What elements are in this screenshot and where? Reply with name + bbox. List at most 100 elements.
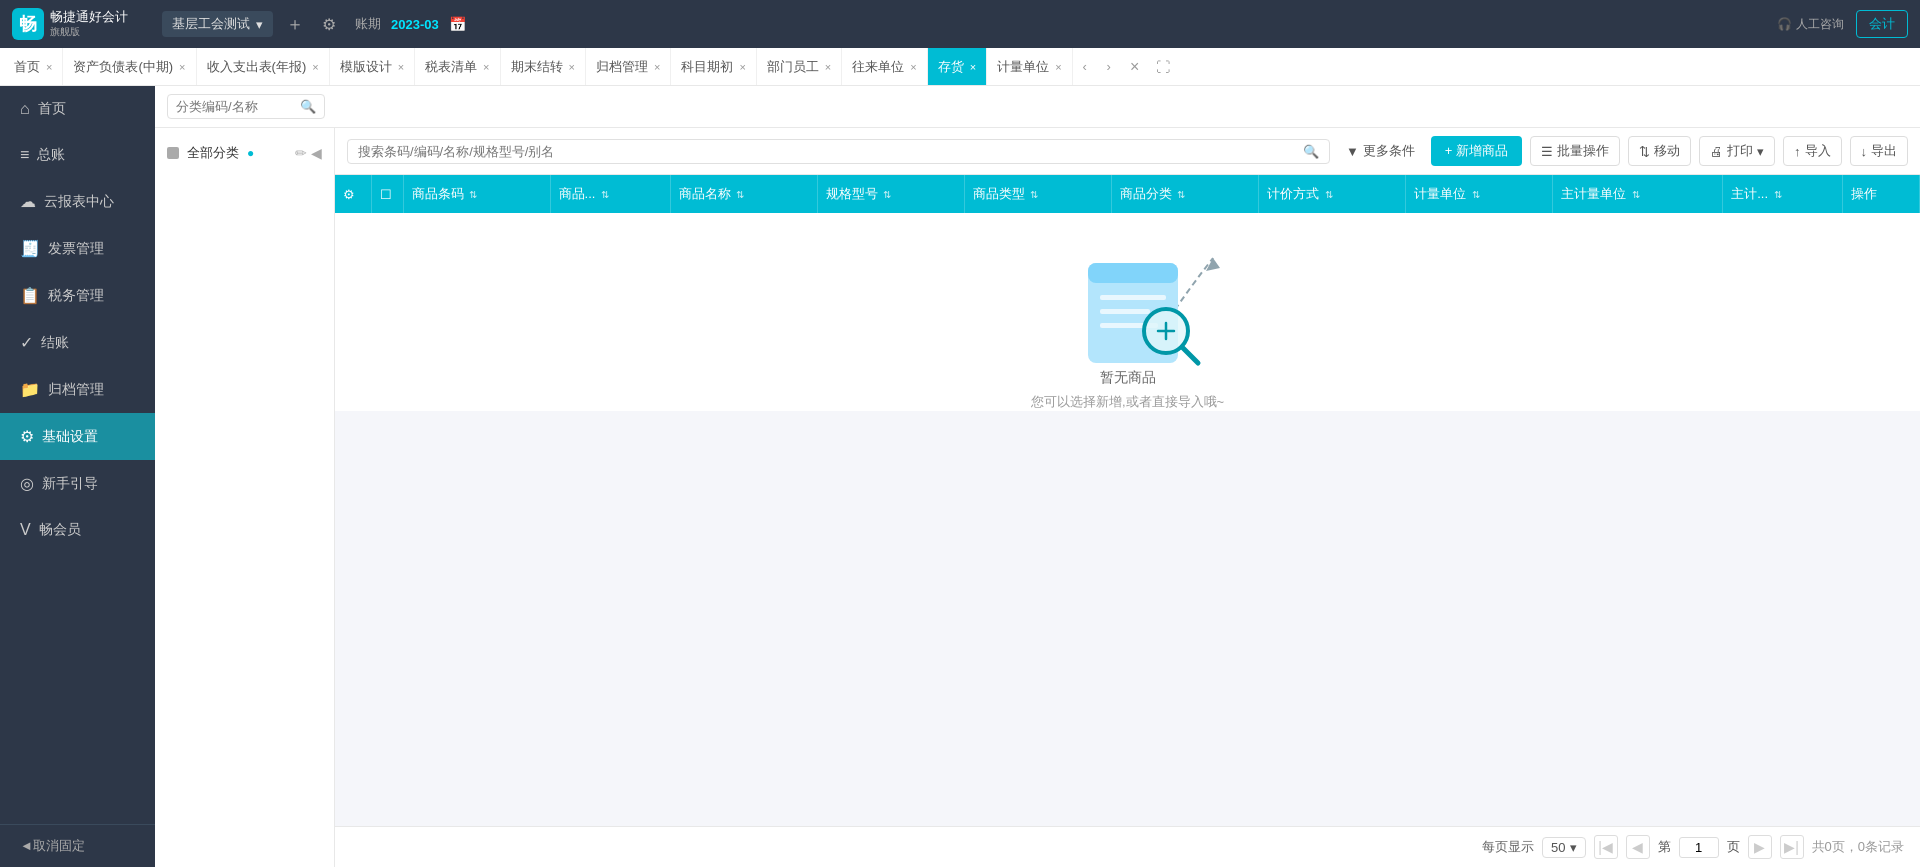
vip-icon: V [20, 521, 31, 539]
move-button[interactable]: ⇅ 移动 [1628, 136, 1691, 166]
page-size-select[interactable]: 50 ▾ [1542, 837, 1585, 858]
batch-button[interactable]: ☰ 批量操作 [1530, 136, 1620, 166]
table-header-row: ⚙ ☐ 商品条码 ⇅ 商品... ⇅ [335, 175, 1920, 213]
sidebar-bottom: ◄取消固定 [0, 824, 155, 867]
page-last-button[interactable]: ▶| [1780, 835, 1804, 859]
export-button[interactable]: ↓ 导出 [1850, 136, 1909, 166]
tab-nav-left[interactable]: ‹ [1073, 55, 1097, 79]
toolbar-row-1: 🔍 [155, 86, 1920, 128]
add-company-button[interactable]: ＋ [283, 12, 307, 36]
period-label: 账期 [355, 15, 381, 33]
tab-close-icon[interactable]: × [825, 61, 831, 73]
th-action: 操作 [1843, 175, 1920, 213]
tab-label: 存货 [938, 58, 964, 76]
tab-contacts[interactable]: 往来单位 × [842, 48, 927, 86]
tab-income[interactable]: 收入支出表(年报) × [197, 48, 330, 86]
tab-label: 首页 [14, 58, 40, 76]
page-size-value: 50 [1551, 840, 1565, 855]
tab-period-end[interactable]: 期末结转 × [501, 48, 586, 86]
tab-expand[interactable]: ⛶ [1149, 53, 1177, 81]
sidebar-item-closing[interactable]: ✓ 结账 [0, 319, 155, 366]
sidebar-item-ledger[interactable]: ≡ 总账 [0, 132, 155, 178]
tab-archive[interactable]: 归档管理 × [586, 48, 671, 86]
tab-dept[interactable]: 部门员工 × [757, 48, 842, 86]
calendar-icon[interactable]: 📅 [449, 16, 466, 32]
category-search-input[interactable] [176, 99, 296, 114]
left-panel: 全部分类 ● ✏ ◀ [155, 128, 335, 867]
tab-close-icon[interactable]: × [910, 61, 916, 73]
tab-nav-right[interactable]: › [1097, 55, 1121, 79]
tab-inventory[interactable]: 存货 × [928, 48, 987, 86]
collapse-icon[interactable]: ◀ [311, 145, 322, 161]
unpin-button[interactable]: ◄取消固定 [0, 825, 155, 867]
page-next-button[interactable]: ▶ [1748, 835, 1772, 859]
sidebar-item-label: 畅会员 [39, 521, 81, 539]
filter-button[interactable]: ▼ 更多条件 [1338, 138, 1423, 164]
batch-icon: ☰ [1541, 144, 1553, 159]
page-first-button[interactable]: |◀ [1594, 835, 1618, 859]
search-icon[interactable]: 🔍 [300, 99, 316, 114]
tab-template[interactable]: 模版设计 × [330, 48, 415, 86]
tab-close-icon[interactable]: × [739, 61, 745, 73]
sidebar-item-guide[interactable]: ◎ 新手引导 [0, 460, 155, 507]
toolbar-row-2: 🔍 ▼ 更多条件 + 新增商品 ☰ 批量操作 ⇅ 移动 [335, 128, 1920, 175]
page-number-input[interactable] [1679, 837, 1719, 858]
tab-close-icon[interactable]: × [179, 61, 185, 73]
print-icon: 🖨 [1710, 144, 1723, 159]
tab-close-all[interactable]: × [1121, 53, 1149, 81]
product-search-input[interactable] [358, 144, 1299, 159]
th-label: 规格型号 [826, 186, 878, 201]
sort-icon: ⇅ [1177, 189, 1185, 200]
account-button[interactable]: 会计 [1856, 10, 1908, 38]
tab-balance[interactable]: 资产负债表(中期) × [63, 48, 196, 86]
logo-area: 畅 畅捷通好会计 旗舰版 [12, 8, 152, 40]
import-icon: ↑ [1794, 144, 1801, 159]
tab-close-icon[interactable]: × [312, 61, 318, 73]
tab-label: 科目期初 [681, 58, 733, 76]
tab-close-icon[interactable]: × [970, 61, 976, 73]
th-label: 操作 [1851, 186, 1877, 201]
th-checkbox[interactable]: ☐ [371, 175, 403, 213]
sidebar-item-archive[interactable]: 📁 归档管理 [0, 366, 155, 413]
sidebar-item-homepage[interactable]: ⌂ 首页 [0, 86, 155, 132]
svg-line-7 [1182, 347, 1198, 363]
th-unit: 计量单位 ⇅ [1405, 175, 1552, 213]
import-button[interactable]: ↑ 导入 [1783, 136, 1842, 166]
sidebar-item-member[interactable]: V 畅会员 [0, 507, 155, 553]
th-category: 商品分类 ⇅ [1111, 175, 1258, 213]
tab-close-icon[interactable]: × [1055, 61, 1061, 73]
sidebar-item-settings[interactable]: ⚙ 基础设置 [0, 413, 155, 460]
sidebar-item-invoice[interactable]: 🧾 发票管理 [0, 225, 155, 272]
tab-unit[interactable]: 计量单位 × [987, 48, 1072, 86]
th-settings[interactable]: ⚙ [335, 175, 371, 213]
ai-service-button[interactable]: 🎧 人工咨询 [1777, 16, 1844, 33]
product-search-icon[interactable]: 🔍 [1303, 144, 1319, 159]
company-selector[interactable]: 基层工会测试 ▾ [162, 11, 273, 37]
tab-close-icon[interactable]: × [654, 61, 660, 73]
page-prev-button[interactable]: ◀ [1626, 835, 1650, 859]
category-header[interactable]: 全部分类 ● ✏ ◀ [155, 138, 334, 168]
add-product-button[interactable]: + 新增商品 [1431, 136, 1522, 166]
print-button[interactable]: 🖨 打印 ▾ [1699, 136, 1775, 166]
tab-close-icon[interactable]: × [46, 61, 52, 73]
footer-pagination: 每页显示 50 ▾ |◀ ◀ 第 页 ▶ ▶| 共0页，0条记录 [335, 826, 1920, 867]
settings-button[interactable]: ⚙ [317, 12, 341, 36]
check-icon: ✓ [20, 333, 33, 352]
tab-close-icon[interactable]: × [569, 61, 575, 73]
tab-close-icon[interactable]: × [398, 61, 404, 73]
sort-icon: ⇅ [469, 189, 477, 200]
tab-close-icon[interactable]: × [483, 61, 489, 73]
cat-edit-icon[interactable]: ✏ [295, 145, 307, 161]
sort-icon: ⇅ [601, 189, 609, 200]
cloud-icon: ☁ [20, 192, 36, 211]
table-scroll-container[interactable]: ⚙ ☐ 商品条码 ⇅ 商品... ⇅ [335, 175, 1920, 826]
sort-icon: ⇅ [883, 189, 891, 200]
sidebar-item-reports[interactable]: ☁ 云报表中心 [0, 178, 155, 225]
cat-actions: ✏ ◀ [295, 145, 322, 161]
tab-taxlist[interactable]: 税表清单 × [415, 48, 500, 86]
sidebar-item-label: 总账 [37, 146, 65, 164]
tab-subject[interactable]: 科目期初 × [671, 48, 756, 86]
sidebar-item-tax[interactable]: 📋 税务管理 [0, 272, 155, 319]
tab-label: 收入支出表(年报) [207, 58, 307, 76]
tab-homepage[interactable]: 首页 × [4, 48, 63, 86]
